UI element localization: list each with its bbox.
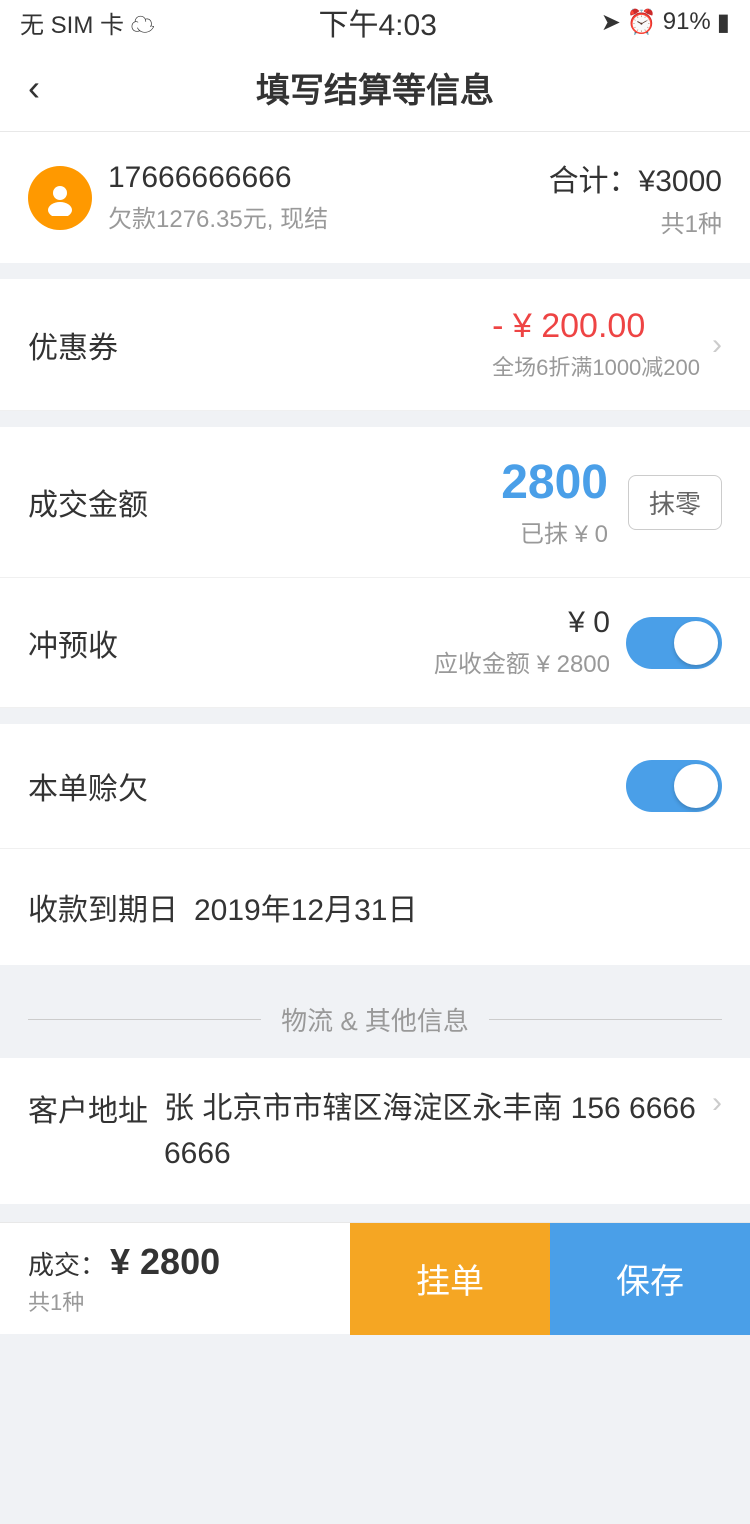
separator-2 — [0, 708, 750, 724]
address-value: 张 北京市市辖区海淀区永丰南 156 6666 6666 — [164, 1086, 712, 1176]
battery-level: 91% — [663, 8, 711, 36]
round-zero-button[interactable]: 抹零 — [628, 475, 722, 530]
bottom-summary: 成交： ¥ 2800 共1种 — [0, 1241, 350, 1317]
save-button[interactable]: 保存 — [550, 1223, 750, 1335]
debt-label: 本单赊欠 — [28, 764, 148, 808]
sim-status: 无 SIM 卡 ☁ — [20, 5, 155, 40]
coupon-row[interactable]: 优惠券 - ¥ 200.00 全场6折满1000减200 › — [0, 279, 750, 411]
transaction-sub: 已抹 ¥ 0 — [501, 514, 608, 549]
page-title: 填写结算等信息 — [256, 63, 494, 112]
transaction-row: 成交金额 2800 已抹 ¥ 0 抹零 — [0, 427, 750, 578]
total-amount: 合计：¥3000 — [549, 156, 722, 200]
coupon-right: - ¥ 200.00 全场6折满1000减200 › — [492, 307, 722, 382]
status-bar: 无 SIM 卡 ☁ 下午4:03 ➤ ⏰ 91% ▮ — [0, 0, 750, 44]
pre-payment-row: 冲预收 ¥ 0 应收金额 ¥ 2800 — [0, 578, 750, 708]
transaction-label: 成交金额 — [28, 480, 148, 524]
pre-payment-right: ¥ 0 应收金额 ¥ 2800 — [434, 606, 722, 679]
customer-right: 合计：¥3000 共1种 — [549, 156, 722, 239]
bottom-count: 共1种 — [28, 1285, 322, 1317]
pre-payment-sub: 应收金额 ¥ 2800 — [434, 644, 610, 679]
logistics-header: 物流 & 其他信息 — [0, 981, 750, 1058]
separator-1 — [0, 411, 750, 427]
transaction-right: 2800 已抹 ¥ 0 抹零 — [501, 455, 722, 549]
due-date-value: 2019年12月31日 — [194, 885, 417, 929]
status-left: 无 SIM 卡 ☁ — [20, 5, 155, 40]
logistics-title: 物流 & 其他信息 — [281, 1001, 469, 1038]
debt-row: 本单赊欠 — [0, 724, 750, 848]
address-row[interactable]: 客户地址 张 北京市市辖区海淀区永丰南 156 6666 6666 › — [0, 1058, 750, 1204]
logistics-line-left — [28, 1019, 261, 1020]
customer-debt: 欠款1276.35元, 现结 — [108, 199, 328, 234]
status-time: 下午4:03 — [319, 0, 437, 44]
address-chevron-icon: › — [712, 1086, 722, 1120]
status-right: ➤ ⏰ 91% ▮ — [601, 8, 730, 37]
customer-phone: 17666666666 — [108, 161, 328, 195]
coupon-description: 全场6折满1000减200 — [492, 350, 700, 382]
total-count: 共1种 — [549, 204, 722, 239]
due-date-label: 收款到期日 — [28, 885, 178, 929]
transaction-value: 2800 — [501, 455, 608, 510]
back-button[interactable]: ‹ — [28, 67, 40, 109]
customer-row: 17666666666 欠款1276.35元, 现结 合计：¥3000 共1种 — [0, 132, 750, 263]
logistics-line-right — [489, 1019, 722, 1020]
bottom-bar: 成交： ¥ 2800 共1种 挂单 保存 — [0, 1222, 750, 1334]
pre-payment-amount: ¥ 0 — [434, 606, 610, 640]
bottom-amount: ¥ 2800 — [110, 1241, 220, 1283]
chevron-right-icon: › — [712, 328, 722, 362]
separator-3 — [0, 965, 750, 981]
location-icon: ➤ — [601, 8, 621, 37]
hold-order-button[interactable]: 挂单 — [350, 1223, 550, 1335]
battery-icon: ▮ — [717, 8, 730, 37]
pre-payment-toggle[interactable] — [626, 617, 722, 669]
due-date-row: 收款到期日 2019年12月31日 — [0, 848, 750, 965]
pre-payment-label: 冲预收 — [28, 621, 118, 665]
coupon-label: 优惠券 — [28, 323, 118, 367]
clock-icon: ⏰ — [627, 8, 657, 37]
customer-left: 17666666666 欠款1276.35元, 现结 — [28, 161, 328, 234]
customer-info: 17666666666 欠款1276.35元, 现结 — [108, 161, 328, 234]
avatar — [28, 166, 92, 230]
coupon-amount: - ¥ 200.00 — [492, 307, 700, 346]
bottom-transaction-label: 成交： — [28, 1245, 106, 1282]
pre-payment-values: ¥ 0 应收金额 ¥ 2800 — [434, 606, 610, 679]
debt-toggle[interactable] — [626, 760, 722, 812]
nav-bar: ‹ 填写结算等信息 — [0, 44, 750, 132]
address-label: 客户地址 — [28, 1086, 148, 1130]
